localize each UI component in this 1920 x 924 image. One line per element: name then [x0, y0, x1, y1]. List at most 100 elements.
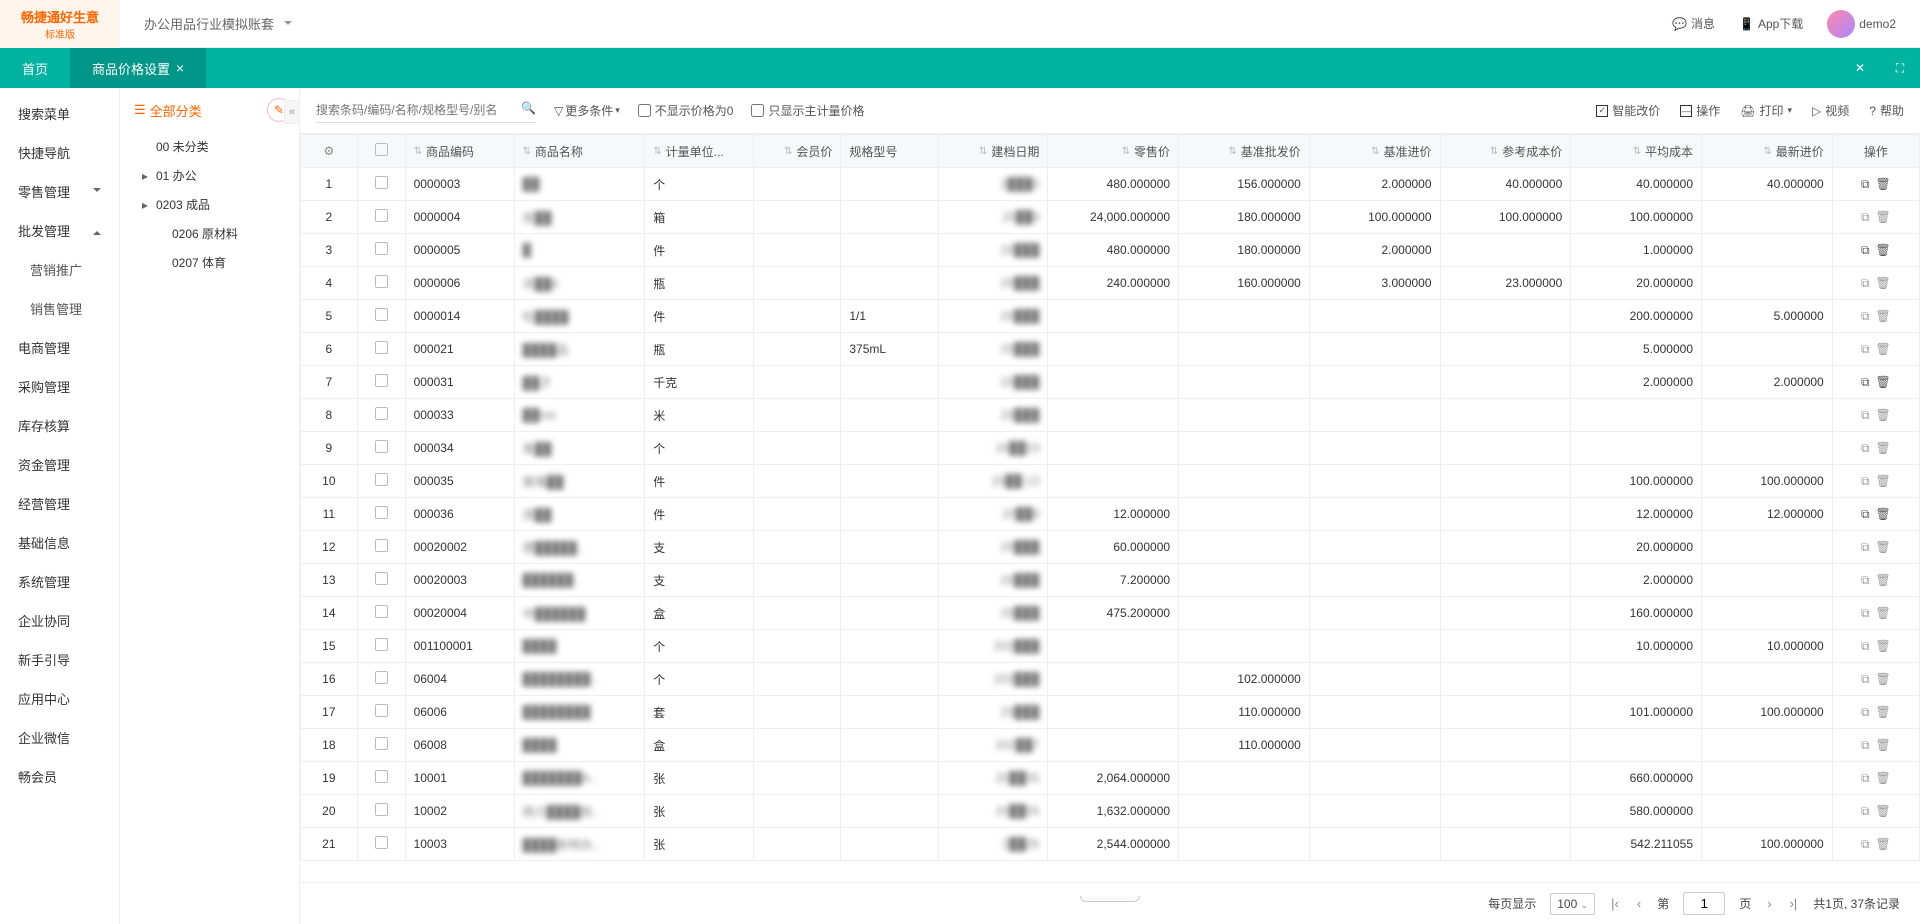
- operations-button[interactable]: —操作: [1680, 102, 1720, 119]
- col-whole[interactable]: 基准批发价: [1241, 143, 1301, 160]
- row-copy-icon[interactable]: ⧉: [1861, 573, 1870, 587]
- table-row[interactable]: 15001100001████个202███10.00000010.000000…: [301, 630, 1920, 663]
- col-name[interactable]: 商品名称: [535, 143, 583, 160]
- tree-node[interactable]: 0206 原材料: [120, 219, 299, 248]
- col-unit[interactable]: 计量单位...: [666, 143, 724, 160]
- table-row[interactable]: 1200020002德█████ .支20███60.00000020.0000…: [301, 531, 1920, 564]
- row-checkbox[interactable]: [375, 506, 388, 519]
- collapse-tree-button[interactable]: «: [284, 100, 300, 124]
- sidebar-item-member[interactable]: 畅会员: [0, 757, 119, 796]
- row-delete-icon[interactable]: 🗑: [1876, 441, 1891, 455]
- sidebar-item-base[interactable]: 基础信息: [0, 523, 119, 562]
- app-download-button[interactable]: 📱App下载: [1739, 15, 1803, 32]
- sidebar-item-wholesale[interactable]: 批发管理: [0, 211, 119, 250]
- row-copy-icon[interactable]: ⧉: [1861, 342, 1870, 356]
- row-checkbox[interactable]: [375, 770, 388, 783]
- last-page-button[interactable]: ›|: [1788, 896, 1800, 911]
- table-row[interactable]: 1806008████盒202██7110.000000⧉🗑: [301, 729, 1920, 762]
- smart-price-button[interactable]: ✓智能改价: [1596, 102, 1660, 119]
- close-icon[interactable]: ×: [176, 60, 184, 76]
- gear-icon[interactable]: ⚙: [323, 144, 334, 158]
- tree-node[interactable]: 00 未分类: [120, 132, 299, 161]
- row-checkbox[interactable]: [375, 176, 388, 189]
- table-row[interactable]: 11000036测██件20██812.00000012.00000012.00…: [301, 498, 1920, 531]
- row-checkbox[interactable]: [375, 572, 388, 585]
- sidebar-item-marketing[interactable]: 营销推广: [0, 250, 119, 289]
- sidebar-item-purchase[interactable]: 采购管理: [0, 367, 119, 406]
- row-delete-icon[interactable]: 🗑: [1876, 672, 1891, 686]
- page-input[interactable]: [1683, 892, 1725, 915]
- tab-price-settings[interactable]: 商品价格设置 ×: [70, 48, 206, 88]
- row-checkbox[interactable]: [375, 473, 388, 486]
- sidebar-item-fund[interactable]: 资金管理: [0, 445, 119, 484]
- col-code[interactable]: 商品编码: [426, 143, 474, 160]
- first-page-button[interactable]: |‹: [1609, 896, 1621, 911]
- table-row[interactable]: 9000034奥██个20██23⧉🗑: [301, 432, 1920, 465]
- table-row[interactable]: 6000021████品瓶375mL20███5.000000⧉🗑: [301, 333, 1920, 366]
- table-row[interactable]: 7000031██子千克20███2.0000002.000000⧉🗑: [301, 366, 1920, 399]
- row-checkbox[interactable]: [375, 341, 388, 354]
- row-copy-icon[interactable]: ⧉: [1861, 606, 1870, 620]
- row-delete-icon[interactable]: 🗑: [1876, 705, 1891, 719]
- search-icon[interactable]: 🔍: [521, 101, 536, 115]
- table-row[interactable]: 1400020004中██████盒20███475.200000160.000…: [301, 597, 1920, 630]
- table-row[interactable]: 2010002扬力████给..张20██051,632.000000580.0…: [301, 795, 1920, 828]
- table-row[interactable]: 1910001███████A..张20██052,064.000000660.…: [301, 762, 1920, 795]
- row-copy-icon[interactable]: ⧉: [1861, 672, 1870, 686]
- row-delete-icon[interactable]: 🗑: [1876, 309, 1891, 323]
- row-delete-icon[interactable]: 🗑: [1876, 837, 1891, 851]
- col-spec[interactable]: 规格型号: [849, 143, 897, 160]
- close-all-tabs-button[interactable]: ✕: [1840, 48, 1880, 88]
- row-delete-icon[interactable]: 🗑: [1876, 738, 1891, 752]
- row-delete-icon[interactable]: 🗑: [1876, 639, 1891, 653]
- table-row[interactable]: 30000005█件20███480.000000180.0000002.000…: [301, 234, 1920, 267]
- sidebar-item-guide[interactable]: 新手引导: [0, 640, 119, 679]
- table-row[interactable]: 40000006浏██K瓶20███240.000000160.0000003.…: [301, 267, 1920, 300]
- sidebar-item-wecom[interactable]: 企业微信: [0, 718, 119, 757]
- col-member[interactable]: 会员价: [796, 143, 832, 160]
- row-copy-icon[interactable]: ⧉: [1861, 441, 1870, 455]
- messages-button[interactable]: 💬消息: [1672, 15, 1715, 32]
- sidebar-item-sales[interactable]: 销售管理: [0, 289, 119, 328]
- col-avg[interactable]: 平均成本: [1645, 143, 1693, 160]
- select-all-checkbox[interactable]: [375, 143, 388, 156]
- row-delete-icon[interactable]: 🗑: [1876, 804, 1891, 818]
- tab-home[interactable]: 首页: [0, 48, 70, 88]
- row-copy-icon[interactable]: ⧉: [1861, 408, 1870, 422]
- user-menu[interactable]: demo2: [1827, 10, 1896, 38]
- row-delete-icon[interactable]: 🗑: [1876, 210, 1891, 224]
- row-checkbox[interactable]: [375, 803, 388, 816]
- table-row[interactable]: 20000004收██箱20██824,000.000000180.000000…: [301, 201, 1920, 234]
- row-copy-icon[interactable]: ⧉: [1861, 309, 1870, 323]
- row-copy-icon[interactable]: ⧉: [1861, 210, 1870, 224]
- row-copy-icon[interactable]: ⧉: [1861, 771, 1870, 785]
- row-checkbox[interactable]: [375, 671, 388, 684]
- row-checkbox[interactable]: [375, 308, 388, 321]
- only-main-unit-checkbox[interactable]: 只显示主计量价格: [751, 102, 864, 119]
- search-input[interactable]: [316, 98, 536, 123]
- row-delete-icon[interactable]: 🗑: [1876, 276, 1891, 290]
- tree-node[interactable]: 0207 体育: [120, 248, 299, 277]
- hide-zero-checkbox[interactable]: 不显示价格为0: [638, 102, 734, 119]
- sidebar-item-coop[interactable]: 企业协同: [0, 601, 119, 640]
- page-size-select[interactable]: 100 ⌄: [1550, 893, 1595, 915]
- row-copy-icon[interactable]: ⧉: [1861, 276, 1870, 290]
- col-ref[interactable]: 参考成本价: [1502, 143, 1562, 160]
- row-delete-icon[interactable]: 🗑: [1876, 573, 1891, 587]
- row-delete-icon[interactable]: 🗑: [1876, 771, 1891, 785]
- row-checkbox[interactable]: [375, 539, 388, 552]
- sidebar-item-retail[interactable]: 零售管理: [0, 172, 119, 211]
- row-delete-icon[interactable]: 🗑: [1876, 507, 1891, 521]
- row-copy-icon[interactable]: ⧉: [1861, 540, 1870, 554]
- row-checkbox[interactable]: [375, 638, 388, 651]
- video-button[interactable]: ▷视频: [1812, 102, 1849, 119]
- row-delete-icon[interactable]: 🗑: [1876, 606, 1891, 620]
- row-delete-icon[interactable]: 🗑: [1876, 540, 1891, 554]
- row-copy-icon[interactable]: ⧉: [1861, 639, 1870, 653]
- row-copy-icon[interactable]: ⧉: [1861, 837, 1870, 851]
- tree-node[interactable]: ▸0203 成品: [120, 190, 299, 219]
- fullscreen-button[interactable]: ⛶: [1880, 48, 1920, 88]
- row-copy-icon[interactable]: ⧉: [1861, 243, 1870, 257]
- col-date[interactable]: 建档日期: [991, 143, 1039, 160]
- row-delete-icon[interactable]: 🗑: [1876, 375, 1891, 389]
